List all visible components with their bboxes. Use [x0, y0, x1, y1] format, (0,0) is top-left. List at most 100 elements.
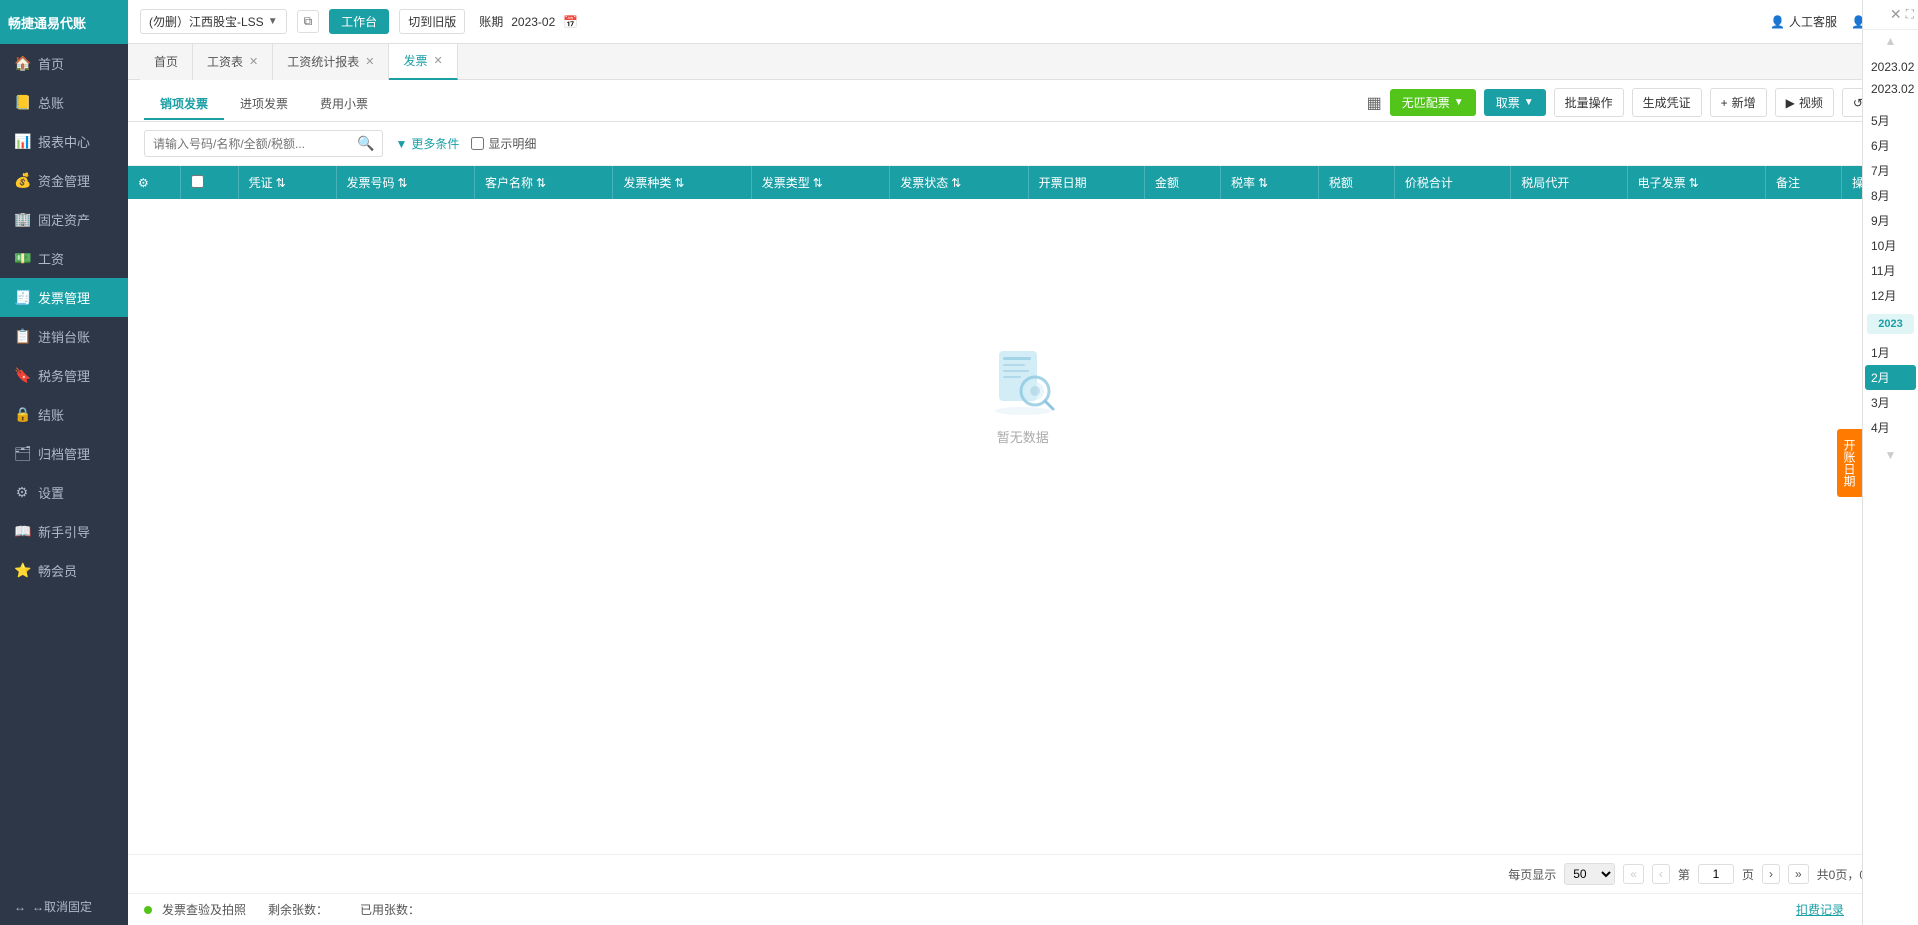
sidebar-item-home[interactable]: 🏠 首页 [0, 44, 128, 83]
sidebar-label-ledger: 总账 [38, 93, 64, 112]
tab-salary-close[interactable]: ✕ [249, 55, 258, 68]
date-month-2023-1[interactable]: 1月 [1865, 340, 1916, 365]
new-label: 新增 [1732, 94, 1756, 111]
gen-voucher-button[interactable]: 生成凭证 [1632, 88, 1702, 117]
date-month-6[interactable]: 6月 [1865, 133, 1916, 158]
per-page-select[interactable]: 20 50 100 [1564, 863, 1615, 885]
date-month-5[interactable]: 5月 [1865, 108, 1916, 133]
next-page-button[interactable]: › [1762, 864, 1780, 884]
col-invoice-class[interactable]: 发票类型 ⇅ [751, 166, 889, 199]
e-invoice-sort-icon: ⇅ [1689, 176, 1699, 190]
sidebar-pin-btn[interactable]: ↔ ↔取消固定 [0, 888, 128, 925]
tab-invoice-close[interactable]: ✕ [434, 54, 443, 67]
sidebar-item-invoice[interactable]: 🧾 发票管理 [0, 278, 128, 317]
select-all-checkbox[interactable] [191, 175, 204, 188]
col-voucher[interactable]: 凭证 ⇅ [238, 166, 336, 199]
sidebar-item-salary[interactable]: 💵 工资 [0, 239, 128, 278]
scroll-up-icon[interactable]: ▲ [1863, 30, 1918, 52]
col-invoice-status[interactable]: 发票状态 ⇅ [890, 166, 1028, 199]
date-month-2023-02-b[interactable]: 2023.02 [1865, 78, 1916, 100]
col-checkbox[interactable] [181, 166, 238, 199]
new-button[interactable]: + 新增 [1710, 88, 1767, 117]
sidebar-item-ledger[interactable]: 📒 总账 [0, 83, 128, 122]
tab-salary-stats-close[interactable]: ✕ [365, 55, 374, 68]
right-panel-expand-icon[interactable]: ⛶ [1906, 7, 1914, 22]
col-tax-rate[interactable]: 税率 ⇅ [1220, 166, 1318, 199]
tab-invoice[interactable]: 发票 ✕ [389, 44, 457, 80]
col-issue-date[interactable]: 开票日期 [1028, 166, 1144, 199]
col-tax-amount[interactable]: 税额 [1318, 166, 1394, 199]
search-icon[interactable]: 🔍 [357, 135, 374, 152]
workspace-button[interactable]: 工作台 [329, 9, 389, 34]
month-2023-3-label: 3月 [1871, 394, 1890, 411]
amount-header: 金额 [1155, 174, 1179, 191]
show-detail-checkbox-wrap[interactable]: 显示明细 [471, 135, 536, 152]
oldversion-button[interactable]: 切到旧版 [399, 9, 465, 34]
sidebar-item-reports[interactable]: 📊 报表中心 [0, 122, 128, 161]
sidebar-item-guide[interactable]: 📖 新手引导 [0, 512, 128, 551]
batch-ops-button[interactable]: 批量操作 [1554, 88, 1624, 117]
subtab-expense-ticket[interactable]: 费用小票 [304, 89, 384, 120]
open-date-panel-button[interactable]: 开账日期 [1837, 429, 1862, 497]
get-ticket-button[interactable]: 取票 ▼ [1484, 89, 1546, 116]
tab-salary-stats[interactable]: 工资统计报表 ✕ [273, 44, 389, 80]
calendar-icon[interactable]: 📅 [563, 15, 578, 29]
date-month-2023-02-a[interactable]: 2023.02 [1865, 56, 1916, 78]
col-total-amount[interactable]: 价税合计 [1394, 166, 1510, 199]
company-selector[interactable]: (勿删）江西股宝-LSS ▼ [140, 9, 287, 34]
sidebar-item-funds[interactable]: 💰 资金管理 [0, 161, 128, 200]
subtab-sales-invoice[interactable]: 销项发票 [144, 89, 224, 120]
sidebar-item-sales[interactable]: 📋 进销台账 [0, 317, 128, 356]
month-11-label: 11月 [1871, 262, 1895, 279]
col-customer[interactable]: 客户名称 ⇅ [474, 166, 612, 199]
date-month-8[interactable]: 8月 [1865, 183, 1916, 208]
no-match-button[interactable]: 无匹配票 ▼ [1390, 89, 1476, 116]
sidebar-item-settings[interactable]: ⚙ 设置 [0, 473, 128, 512]
sidebar-label-salary: 工资 [38, 249, 64, 268]
scroll-down-icon[interactable]: ▼ [1863, 444, 1918, 466]
date-month-12[interactable]: 12月 [1865, 283, 1916, 308]
col-remarks[interactable]: 备注 [1766, 166, 1842, 199]
tax-icon: 🔖 [14, 367, 30, 384]
sidebar-item-member[interactable]: ⭐ 畅会员 [0, 551, 128, 590]
date-month-9[interactable]: 9月 [1865, 208, 1916, 233]
tab-salary[interactable]: 工资表 ✕ [193, 44, 273, 80]
col-invoice-no[interactable]: 发票号码 ⇅ [336, 166, 474, 199]
date-month-2023-4[interactable]: 4月 [1865, 415, 1916, 440]
show-detail-checkbox[interactable] [471, 137, 484, 150]
right-panel-close-icon[interactable]: ✕ [1890, 6, 1902, 23]
date-month-7[interactable]: 7月 [1865, 158, 1916, 183]
page-input[interactable] [1698, 864, 1734, 884]
sidebar-label-reports: 报表中心 [38, 132, 90, 151]
col-e-invoice[interactable]: 电子发票 ⇅ [1627, 166, 1765, 199]
col-settings[interactable]: ⚙ [128, 166, 181, 199]
search-input[interactable] [153, 137, 353, 151]
video-icon: ▶ [1786, 96, 1795, 110]
sidebar-item-closing[interactable]: 🔒 结账 [0, 395, 128, 434]
date-month-2023-3[interactable]: 3月 [1865, 390, 1916, 415]
grid-layout-icon[interactable]: ▦ [1367, 93, 1382, 113]
sidebar-item-tax[interactable]: 🔖 税务管理 [0, 356, 128, 395]
tab-home[interactable]: 首页 [140, 44, 193, 80]
col-amount[interactable]: 金额 [1145, 166, 1221, 199]
copy-button[interactable]: ⧉ [297, 10, 320, 33]
date-month-2023-2[interactable]: 2月 [1865, 365, 1916, 390]
sidebar-item-assets[interactable]: 🏢 固定资产 [0, 200, 128, 239]
deduction-link[interactable]: 扣费记录 [1796, 901, 1844, 918]
first-page-button[interactable]: « [1623, 864, 1644, 884]
month-2023-1-label: 1月 [1871, 344, 1890, 361]
video-button[interactable]: ▶ 视频 [1775, 88, 1834, 117]
service-button[interactable]: 👤 人工客服 [1770, 13, 1837, 30]
col-invoice-type[interactable]: 发票种类 ⇅ [613, 166, 751, 199]
prev-page-button[interactable]: ‹ [1652, 864, 1670, 884]
col-tax-code[interactable]: 税局代开 [1511, 166, 1627, 199]
date-month-11[interactable]: 11月 [1865, 258, 1916, 283]
more-conditions-button[interactable]: ▼ 更多条件 [395, 135, 459, 152]
date-month-10[interactable]: 10月 [1865, 233, 1916, 258]
tax-rate-header: 税率 [1231, 174, 1255, 191]
last-page-button[interactable]: » [1788, 864, 1809, 884]
subtab-purchase-label: 进项发票 [240, 97, 288, 111]
subtab-purchase-invoice[interactable]: 进项发票 [224, 89, 304, 120]
service-icon: 👤 [1770, 15, 1785, 29]
sidebar-item-archive[interactable]: 🗂 归档管理 [0, 434, 128, 473]
